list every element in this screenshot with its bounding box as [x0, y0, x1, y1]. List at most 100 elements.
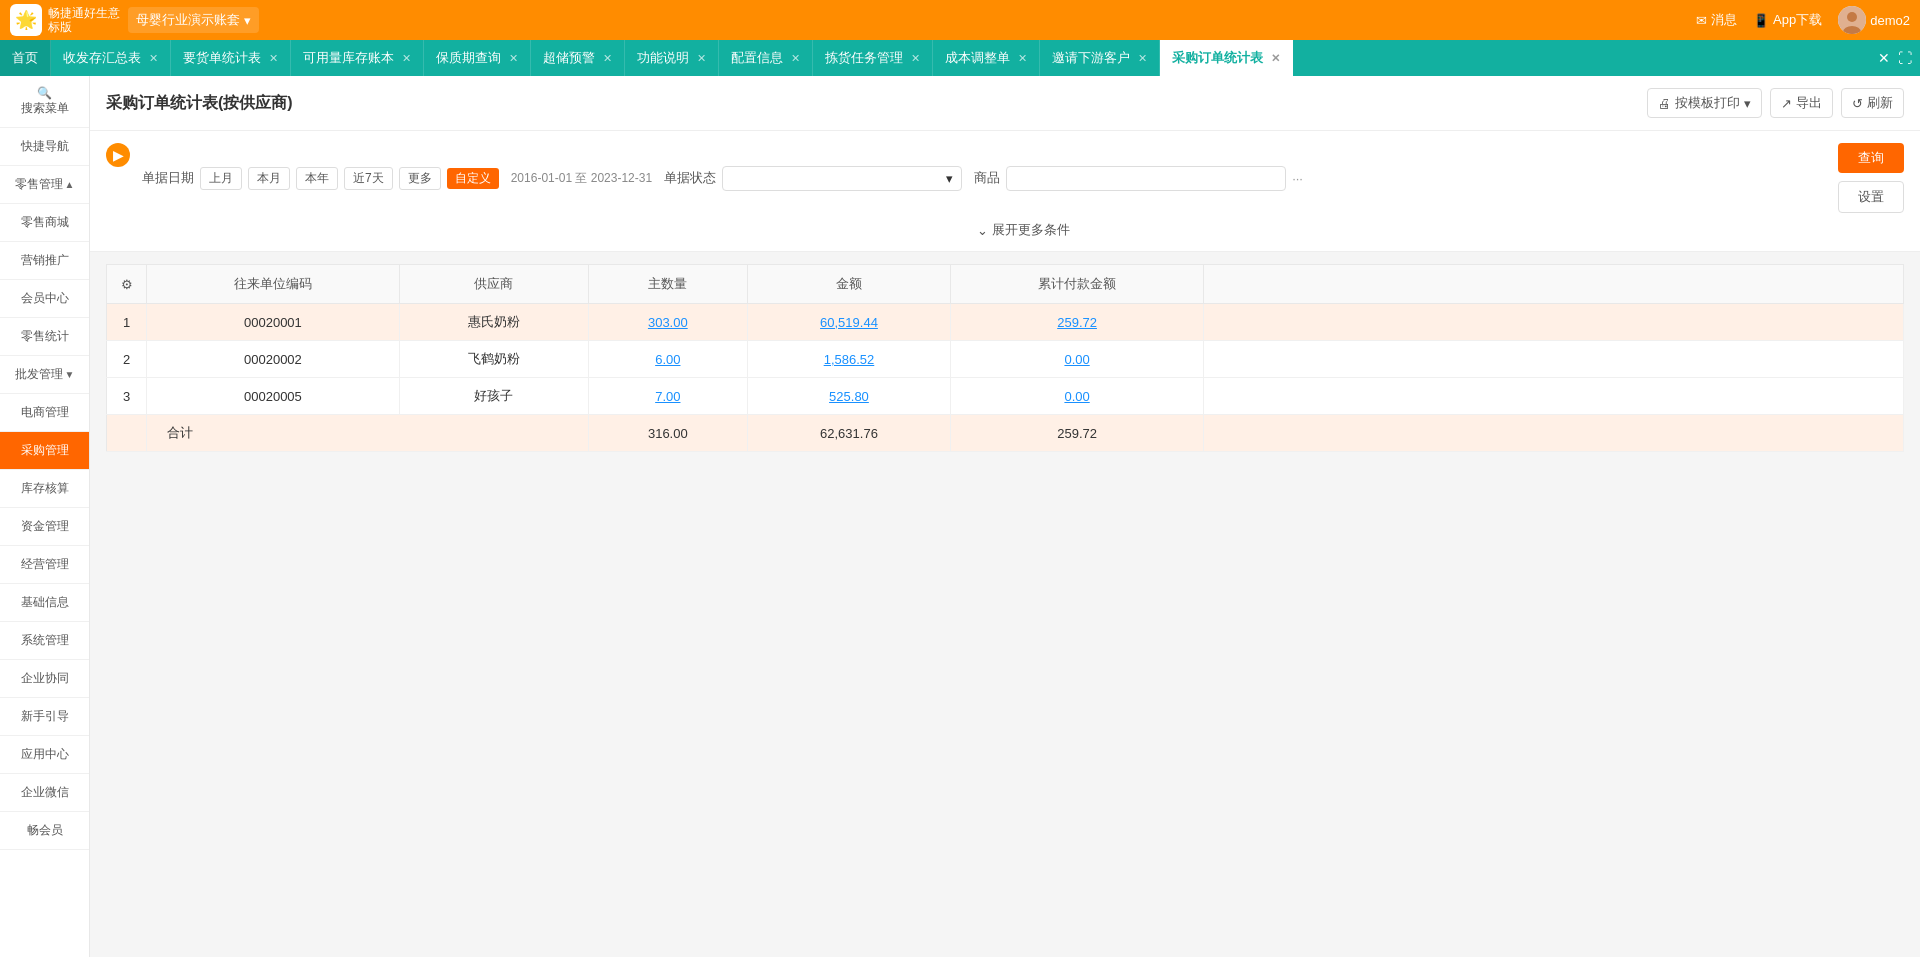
- td-paid: 259.72: [951, 304, 1204, 341]
- page-header: 采购订单统计表(按供应商) 🖨 按模板打印 ▾ ↗ 导出 ↺ 刷新: [90, 76, 1920, 131]
- page-title: 采购订单统计表(按供应商): [106, 93, 293, 114]
- sidebar-item-member-center[interactable]: 会员中心: [0, 280, 89, 318]
- td-supplier: 惠氏奶粉: [399, 304, 588, 341]
- tab-invite-downstream[interactable]: 邀请下游客户 ✕: [1040, 40, 1160, 76]
- query-button[interactable]: 查询: [1838, 143, 1904, 173]
- summary-label: 合计: [147, 415, 589, 452]
- td-amount: 1,586.52: [747, 341, 950, 378]
- close-window-icon[interactable]: ✕: [1878, 50, 1890, 66]
- close-icon[interactable]: ✕: [1018, 52, 1027, 65]
- message-icon: ✉: [1696, 13, 1707, 28]
- sidebar-item-vip-member[interactable]: 畅会员: [0, 812, 89, 850]
- avatar: [1838, 6, 1866, 34]
- top-bar: 🌟 畅捷通好生意 标版 母婴行业演示账套 ▾ ✉ 消息 📱 App下载 demo…: [0, 0, 1920, 40]
- filter-toggle-button[interactable]: ▶: [106, 143, 130, 167]
- tab-overstock-warning[interactable]: 超储预警 ✕: [531, 40, 625, 76]
- td-amount: 525.80: [747, 378, 950, 415]
- table-header-row: ⚙ 往来单位编码 供应商 主数量 金额 累计付款金额: [107, 265, 1904, 304]
- sidebar-item-finance[interactable]: 资金管理: [0, 508, 89, 546]
- shortcut-this-year[interactable]: 本年: [296, 167, 338, 190]
- custom-date-badge[interactable]: 自定义: [447, 168, 499, 189]
- export-icon: ↗: [1781, 96, 1792, 111]
- summary-paid: 259.72: [951, 415, 1204, 452]
- td-code: 00020005: [147, 378, 400, 415]
- print-icon: 🖨: [1658, 96, 1671, 111]
- more-options-icon[interactable]: ···: [1292, 171, 1303, 186]
- sidebar-item-search[interactable]: 🔍 搜索菜单: [0, 76, 89, 128]
- sidebar-item-new-guide[interactable]: 新手引导: [0, 698, 89, 736]
- workspace-dropdown-icon: ▾: [244, 13, 251, 28]
- close-icon[interactable]: ✕: [402, 52, 411, 65]
- print-button[interactable]: 🖨 按模板打印 ▾: [1647, 88, 1762, 118]
- logo-area: 🌟 畅捷通好生意 标版: [10, 4, 120, 36]
- sidebar-item-quick-nav[interactable]: 快捷导航: [0, 128, 89, 166]
- th-supplier: 供应商: [399, 265, 588, 304]
- logo-text: 畅捷通好生意 标版: [48, 6, 120, 35]
- shortcut-last-7-days[interactable]: 近7天: [344, 167, 393, 190]
- close-icon[interactable]: ✕: [1271, 52, 1280, 65]
- sidebar-item-inventory[interactable]: 库存核算: [0, 470, 89, 508]
- refresh-button[interactable]: ↺ 刷新: [1841, 88, 1904, 118]
- td-qty: 303.00: [588, 304, 747, 341]
- message-button[interactable]: ✉ 消息: [1696, 11, 1737, 29]
- td-amount: 60,519.44: [747, 304, 950, 341]
- date-range-display: 2016-01-01 至 2023-12-31: [511, 170, 652, 187]
- sidebar-item-retail-stats[interactable]: 零售统计: [0, 318, 89, 356]
- tab-purchase-stats[interactable]: 采购订单统计表 ✕: [1160, 40, 1293, 76]
- sidebar-item-enterprise-wechat[interactable]: 企业微信: [0, 774, 89, 812]
- maximize-icon[interactable]: ⛶: [1898, 50, 1912, 66]
- tab-req-stats[interactable]: 要货单统计表 ✕: [171, 40, 291, 76]
- sidebar-item-ecommerce[interactable]: 电商管理: [0, 394, 89, 432]
- sidebar-item-operations[interactable]: 经营管理: [0, 546, 89, 584]
- sidebar: 🔍 搜索菜单 快捷导航 零售管理 ▲ 零售商城 营销推广 会员中心 零售统计 批…: [0, 76, 90, 957]
- close-icon[interactable]: ✕: [911, 52, 920, 65]
- settings-icon[interactable]: ⚙: [121, 277, 133, 292]
- sidebar-item-marketing[interactable]: 营销推广: [0, 242, 89, 280]
- close-icon[interactable]: ✕: [149, 52, 158, 65]
- close-icon[interactable]: ✕: [509, 52, 518, 65]
- close-icon[interactable]: ✕: [603, 52, 612, 65]
- sidebar-item-enterprise-collab[interactable]: 企业协同: [0, 660, 89, 698]
- shortcut-last-month[interactable]: 上月: [200, 167, 242, 190]
- tab-cost-adjust[interactable]: 成本调整单 ✕: [933, 40, 1040, 76]
- tab-func-desc[interactable]: 功能说明 ✕: [625, 40, 719, 76]
- app-download-button[interactable]: 📱 App下载: [1753, 11, 1822, 29]
- close-icon[interactable]: ✕: [269, 52, 278, 65]
- td-paid: 0.00: [951, 378, 1204, 415]
- td-code: 00020001: [147, 304, 400, 341]
- sidebar-item-sys-mgmt[interactable]: 系统管理: [0, 622, 89, 660]
- sidebar-item-purchase-mgmt[interactable]: 采购管理: [0, 432, 89, 470]
- sidebar-item-wholesale-mgmt[interactable]: 批发管理 ▼: [0, 356, 89, 394]
- shortcut-this-month[interactable]: 本月: [248, 167, 290, 190]
- workspace-selector[interactable]: 母婴行业演示账套 ▾: [128, 7, 259, 33]
- export-button[interactable]: ↗ 导出: [1770, 88, 1833, 118]
- tab-available-stock[interactable]: 可用量库存账本 ✕: [291, 40, 424, 76]
- tab-config-info[interactable]: 配置信息 ✕: [719, 40, 813, 76]
- th-qty: 主数量: [588, 265, 747, 304]
- main-content: 采购订单统计表(按供应商) 🖨 按模板打印 ▾ ↗ 导出 ↺ 刷新: [90, 76, 1920, 957]
- close-icon[interactable]: ✕: [791, 52, 800, 65]
- user-menu[interactable]: demo2: [1838, 6, 1910, 34]
- status-select[interactable]: ▾: [722, 166, 962, 191]
- tab-collect-send[interactable]: 收发存汇总表 ✕: [51, 40, 171, 76]
- expand-button[interactable]: ⌄ 展开更多条件: [977, 221, 1070, 239]
- goods-input[interactable]: [1006, 166, 1286, 191]
- filter-fields: 单据日期 上月 本月 本年 近7天 更多 自定义: [142, 143, 1904, 239]
- close-icon[interactable]: ✕: [1138, 52, 1147, 65]
- sidebar-item-retail-mgmt[interactable]: 零售管理 ▲: [0, 166, 89, 204]
- td-paid: 0.00: [951, 341, 1204, 378]
- logo-icon: 🌟: [10, 4, 42, 36]
- settings-button[interactable]: 设置: [1838, 181, 1904, 213]
- sidebar-item-retail-shop[interactable]: 零售商城: [0, 204, 89, 242]
- close-icon[interactable]: ✕: [697, 52, 706, 65]
- sidebar-item-app-center[interactable]: 应用中心: [0, 736, 89, 774]
- th-unit-code: 往来单位编码: [147, 265, 400, 304]
- tab-pick-task[interactable]: 拣货任务管理 ✕: [813, 40, 933, 76]
- sidebar-item-basic-info[interactable]: 基础信息: [0, 584, 89, 622]
- tab-expiry-query[interactable]: 保质期查询 ✕: [424, 40, 531, 76]
- shortcut-more[interactable]: 更多: [399, 167, 441, 190]
- query-actions: 查询 设置: [1838, 143, 1904, 213]
- tab-home[interactable]: 首页: [0, 40, 51, 76]
- date-shortcuts: 上月 本月 本年 近7天 更多: [200, 167, 441, 190]
- td-seq: 3: [107, 378, 147, 415]
